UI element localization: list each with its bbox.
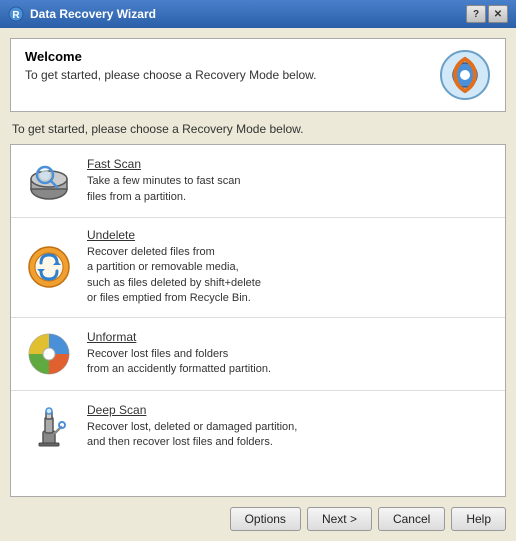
footer: Options Next > Cancel Help: [10, 497, 506, 531]
help-footer-button[interactable]: Help: [451, 507, 506, 531]
options-button[interactable]: Options: [230, 507, 301, 531]
deep-scan-desc: Recover lost, deleted or damaged partiti…: [87, 420, 493, 451]
title-bar-controls: ? ✕: [466, 5, 508, 23]
fast-scan-icon: [25, 157, 73, 205]
cancel-button[interactable]: Cancel: [378, 507, 445, 531]
undelete-icon-wrap: [23, 241, 75, 293]
fast-scan-desc: Take a few minutes to fast scanfiles fro…: [87, 174, 493, 205]
next-button[interactable]: Next >: [307, 507, 372, 531]
undelete-desc: Recover deleted files froma partition or…: [87, 245, 493, 307]
welcome-text-area: Welcome To get started, please choose a …: [25, 49, 429, 82]
close-button[interactable]: ✕: [488, 5, 508, 23]
undelete-text: Undelete Recover deleted files froma par…: [87, 228, 493, 307]
modes-container: Fast Scan Take a few minutes to fast sca…: [10, 144, 506, 497]
undelete-icon: [25, 243, 73, 291]
window-title: Data Recovery Wizard: [30, 7, 156, 21]
mode-undelete[interactable]: Undelete Recover deleted files froma par…: [11, 218, 505, 318]
undelete-title: Undelete: [87, 228, 493, 242]
help-button[interactable]: ?: [466, 5, 486, 23]
mode-unformat[interactable]: Unformat Recover lost files and foldersf…: [11, 318, 505, 391]
mode-deep-scan[interactable]: Deep Scan Recover lost, deleted or damag…: [11, 391, 505, 463]
app-logo-icon: [439, 49, 491, 101]
fast-scan-text: Fast Scan Take a few minutes to fast sca…: [87, 157, 493, 205]
unformat-text: Unformat Recover lost files and foldersf…: [87, 330, 493, 378]
welcome-panel: Welcome To get started, please choose a …: [10, 38, 506, 112]
welcome-title: Welcome: [25, 49, 429, 64]
main-content: Welcome To get started, please choose a …: [0, 28, 516, 541]
deep-scan-icon-wrap: [23, 401, 75, 453]
mode-fast-scan[interactable]: Fast Scan Take a few minutes to fast sca…: [11, 145, 505, 218]
title-bar: R Data Recovery Wizard ? ✕: [0, 0, 516, 28]
deep-scan-text: Deep Scan Recover lost, deleted or damag…: [87, 403, 493, 451]
deep-scan-title: Deep Scan: [87, 403, 493, 417]
deep-scan-icon: [25, 403, 73, 451]
fast-scan-title: Fast Scan: [87, 157, 493, 171]
svg-text:R: R: [12, 10, 20, 21]
app-icon: R: [8, 6, 24, 22]
unformat-title: Unformat: [87, 330, 493, 344]
fast-scan-icon-wrap: [23, 155, 75, 207]
instruction-text: To get started, please choose a Recovery…: [10, 122, 506, 136]
unformat-desc: Recover lost files and foldersfrom an ac…: [87, 347, 493, 378]
unformat-icon: [25, 330, 73, 378]
welcome-description: To get started, please choose a Recovery…: [25, 68, 429, 82]
unformat-icon-wrap: [23, 328, 75, 380]
